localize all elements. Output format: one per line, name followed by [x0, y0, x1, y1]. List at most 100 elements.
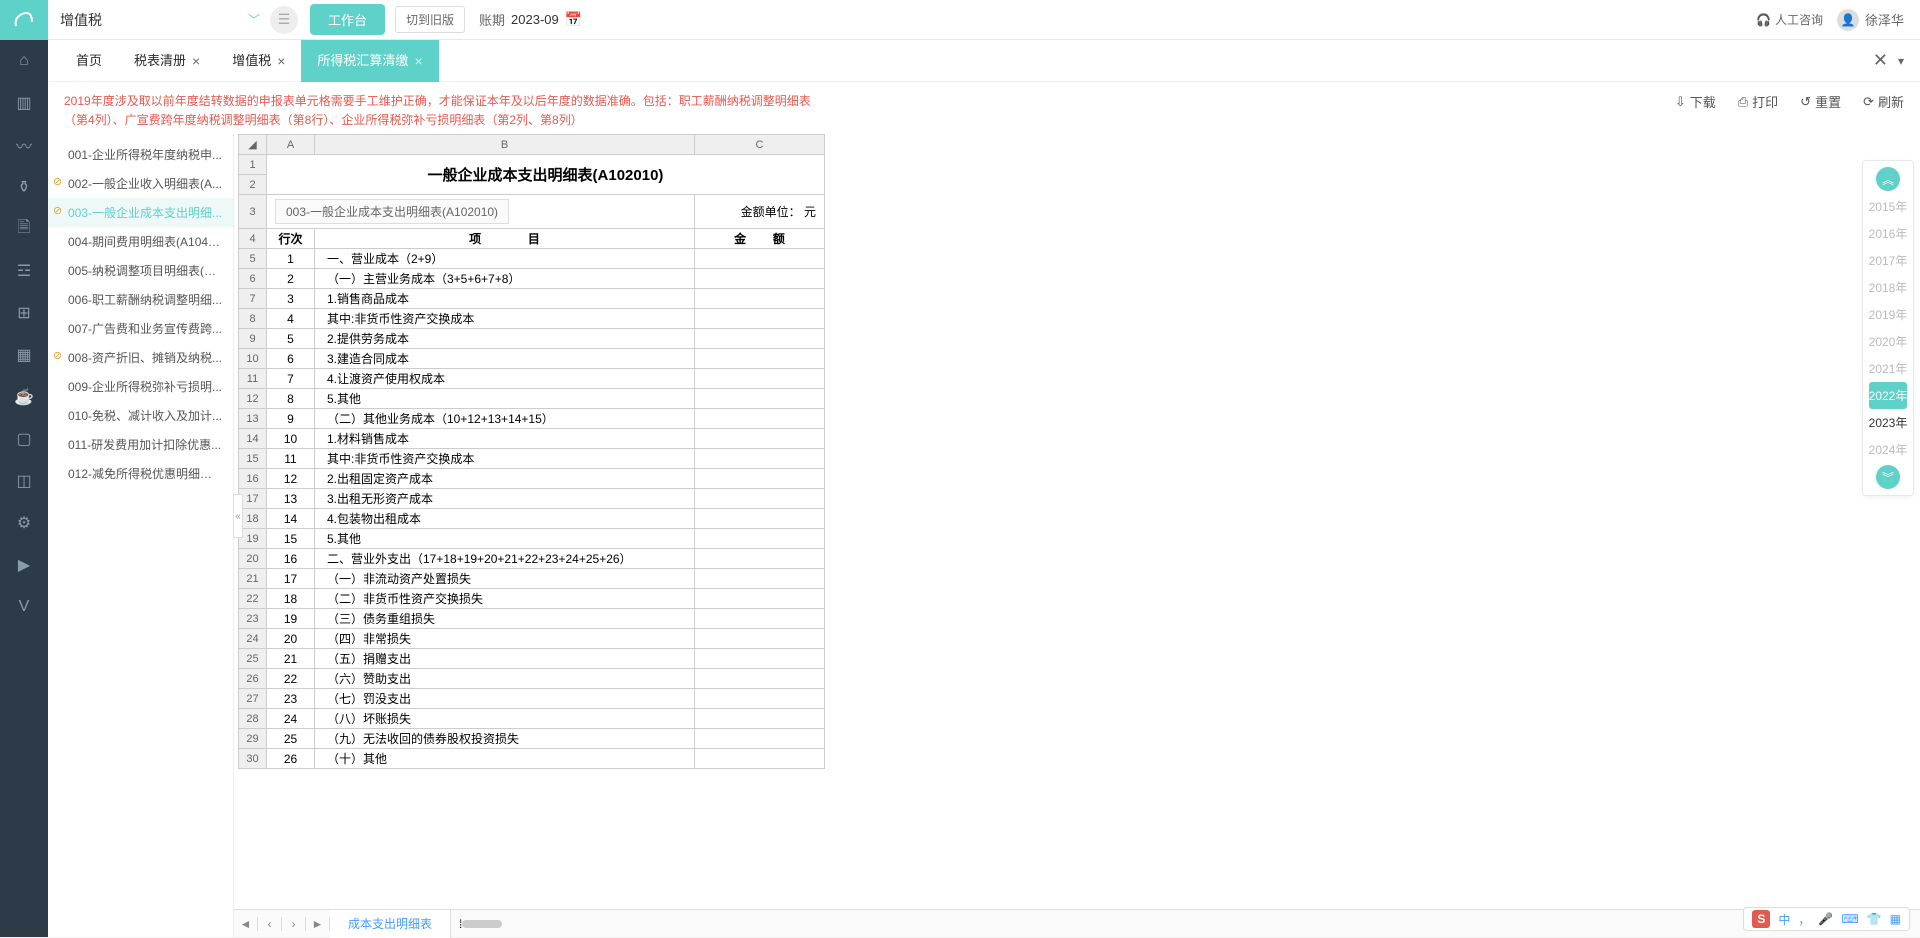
ime-logo-icon[interactable]: S: [1752, 910, 1770, 928]
cell-item[interactable]: （六）赞助支出: [315, 669, 695, 689]
cell-seq[interactable]: 8: [267, 389, 315, 409]
col-header-b[interactable]: B: [315, 135, 695, 155]
year-2024年[interactable]: 2024年: [1869, 436, 1908, 463]
form-item-8[interactable]: 009-企业所得税弥补亏损明...: [48, 372, 233, 401]
cell-seq[interactable]: 3: [267, 289, 315, 309]
cell-item[interactable]: （十）其他: [315, 749, 695, 769]
form-item-5[interactable]: 006-职工薪酬纳税调整明细...: [48, 285, 233, 314]
cell-item[interactable]: 1.材料销售成本: [315, 429, 695, 449]
cell-seq[interactable]: 19: [267, 609, 315, 629]
cell-amt[interactable]: [695, 469, 825, 489]
cell-seq[interactable]: 4: [267, 309, 315, 329]
year-2018年[interactable]: 2018年: [1869, 274, 1908, 301]
cell-seq[interactable]: 23: [267, 689, 315, 709]
year-2019年[interactable]: 2019年: [1869, 301, 1908, 328]
cell-amt[interactable]: [695, 369, 825, 389]
form-item-11[interactable]: 012-减免所得税优惠明细表(...: [48, 459, 233, 488]
cell-item[interactable]: 其中:非货币性资产交换成本: [315, 309, 695, 329]
cell-seq[interactable]: 14: [267, 509, 315, 529]
sheet-nav-prev[interactable]: ‹: [258, 917, 282, 931]
download-button[interactable]: ⇩下载: [1675, 92, 1716, 111]
cell-amt[interactable]: [695, 729, 825, 749]
col-header-a[interactable]: A: [267, 135, 315, 155]
cell-seq[interactable]: 20: [267, 629, 315, 649]
col-header-c[interactable]: C: [695, 135, 825, 155]
cell-item[interactable]: （二）其他业务成本（10+12+13+14+15）: [315, 409, 695, 429]
cell-seq[interactable]: 12: [267, 469, 315, 489]
cell-seq[interactable]: 11: [267, 449, 315, 469]
form-item-10[interactable]: 011-研发费用加计扣除优惠...: [48, 430, 233, 459]
cell-amt[interactable]: [695, 609, 825, 629]
help-link[interactable]: 🎧 人工咨询: [1756, 11, 1823, 28]
cell-amt[interactable]: [695, 309, 825, 329]
year-2020年[interactable]: 2020年: [1869, 328, 1908, 355]
nav-doc-icon[interactable]: 🗎: [13, 218, 35, 240]
cell-seq[interactable]: 9: [267, 409, 315, 429]
cell-amt[interactable]: [695, 249, 825, 269]
cell-amt[interactable]: [695, 589, 825, 609]
cell-amt[interactable]: [695, 689, 825, 709]
cell-amt[interactable]: [695, 269, 825, 289]
cell-seq[interactable]: 16: [267, 549, 315, 569]
cell-amt[interactable]: [695, 669, 825, 689]
print-button[interactable]: ⎙打印: [1738, 92, 1778, 111]
ime-mic-icon[interactable]: 🎤: [1818, 912, 1833, 926]
nav-settings-icon[interactable]: ⚙: [13, 512, 35, 534]
ime-kbd-icon[interactable]: ⌨: [1841, 912, 1858, 926]
year-2015年[interactable]: 2015年: [1869, 193, 1908, 220]
nav-fund-icon[interactable]: ⚱: [13, 176, 35, 198]
cell-seq[interactable]: 6: [267, 349, 315, 369]
company-selector[interactable]: 增值税 ﹀: [60, 10, 260, 30]
cell-amt[interactable]: [695, 549, 825, 569]
ime-punct[interactable]: ，: [1798, 911, 1810, 928]
sheet-nav-last[interactable]: ►: [306, 917, 330, 931]
cell-item[interactable]: 3.建造合同成本: [315, 349, 695, 369]
ime-tool-icon[interactable]: ▦: [1890, 912, 1901, 926]
nav-archive-icon[interactable]: ▢: [13, 428, 35, 450]
cell-seq[interactable]: 25: [267, 729, 315, 749]
breadcrumb-chip[interactable]: 003-一般企业成本支出明细表(A102010): [275, 199, 509, 224]
form-item-1[interactable]: 002-一般企业收入明细表(A...: [48, 169, 233, 198]
doc-icon-button[interactable]: ☰: [270, 6, 298, 34]
switch-old-button[interactable]: 切到旧版: [395, 6, 465, 33]
cell-amt[interactable]: [695, 629, 825, 649]
collapse-handle[interactable]: «: [233, 494, 243, 538]
cell-seq[interactable]: 15: [267, 529, 315, 549]
sheet-nav-first[interactable]: ◄: [234, 917, 258, 931]
close-icon[interactable]: ×: [192, 40, 200, 82]
form-item-6[interactable]: 007-广告费和业务宣传费跨...: [48, 314, 233, 343]
year-2017年[interactable]: 2017年: [1869, 247, 1908, 274]
cell-item[interactable]: （三）债务重组损失: [315, 609, 695, 629]
cell-item[interactable]: （二）非货币性资产交换损失: [315, 589, 695, 609]
spreadsheet[interactable]: ◢ A B C 1一般企业成本支出明细表(A102010) 2 3 003-一般…: [238, 134, 825, 769]
cell-amt[interactable]: [695, 509, 825, 529]
tab-1[interactable]: 税表清册×: [118, 40, 216, 82]
tab-2[interactable]: 增值税×: [216, 40, 301, 82]
app-logo[interactable]: [0, 0, 48, 40]
cell-seq[interactable]: 7: [267, 369, 315, 389]
nav-v-icon[interactable]: V: [13, 596, 35, 618]
reset-button[interactable]: ↺重置: [1800, 92, 1841, 111]
cell-seq[interactable]: 10: [267, 429, 315, 449]
cell-item[interactable]: （一）非流动资产处置损失: [315, 569, 695, 589]
tab-3[interactable]: 所得税汇算清缴×: [301, 40, 438, 82]
tab-0[interactable]: 首页: [60, 40, 118, 82]
cell-seq[interactable]: 2: [267, 269, 315, 289]
cell-amt[interactable]: [695, 329, 825, 349]
cell-item[interactable]: 5.其他: [315, 529, 695, 549]
cell-seq[interactable]: 17: [267, 569, 315, 589]
year-2023年[interactable]: 2023年: [1869, 409, 1908, 436]
sheet-tab[interactable]: 成本支出明细表: [330, 910, 451, 938]
cell-amt[interactable]: [695, 409, 825, 429]
sheet-nav-next[interactable]: ›: [282, 917, 306, 931]
cell-item[interactable]: （七）罚没支出: [315, 689, 695, 709]
user-menu[interactable]: 👤 徐泽华: [1837, 9, 1904, 31]
cell-item[interactable]: 其中:非货币性资产交换成本: [315, 449, 695, 469]
cell-amt[interactable]: [695, 529, 825, 549]
period-value[interactable]: 2023-09: [511, 12, 559, 27]
workbench-button[interactable]: 工作台: [310, 4, 385, 35]
year-2021年[interactable]: 2021年: [1869, 355, 1908, 382]
ime-lang[interactable]: 中: [1778, 911, 1790, 928]
nav-report-icon[interactable]: 〰: [13, 134, 35, 156]
cell-amt[interactable]: [695, 649, 825, 669]
